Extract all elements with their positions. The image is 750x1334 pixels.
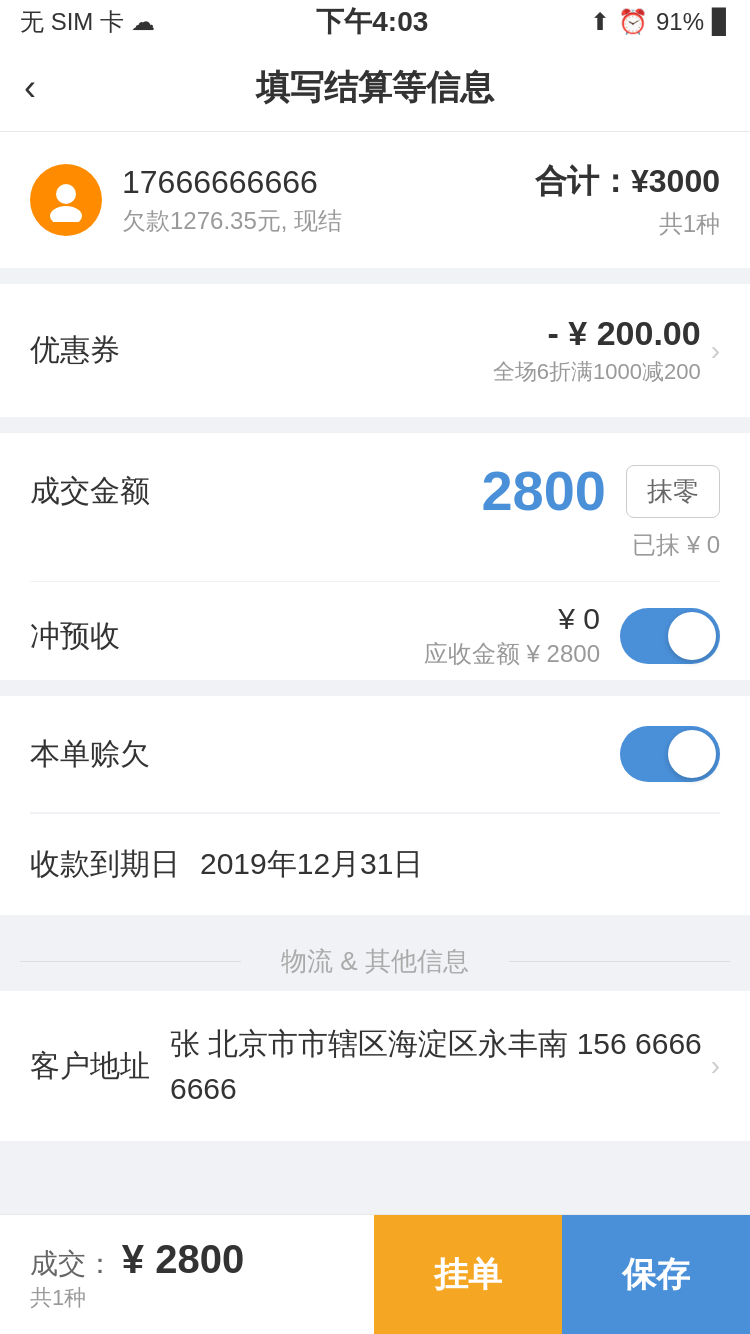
bottom-deal-label: 成交： (30, 1248, 114, 1279)
address-card: 客户地址 张 北京市市辖区海淀区永丰南 156 6666 6666 › (0, 991, 750, 1141)
status-left: 无 SIM 卡 ☁ (20, 6, 155, 38)
battery-icon: ▊ (712, 8, 730, 36)
prepay-toggle-track[interactable] (620, 608, 720, 664)
prepay-amount: ¥ 0 (424, 602, 600, 636)
duedate-label: 收款到期日 (30, 844, 180, 885)
bottom-deal-count: 共1种 (30, 1283, 374, 1313)
prepay-toggle[interactable] (620, 608, 720, 664)
baddebt-toggle[interactable] (620, 726, 720, 782)
baddebt-card: 本单赊欠 收款到期日 2019年12月31日 (0, 696, 750, 915)
customer-sub: 欠款1276.35元, 现结 (122, 205, 342, 237)
bottom-total: 成交： ¥ 2800 共1种 (0, 1237, 374, 1313)
alarm-icon: ⏰ (618, 8, 648, 36)
customer-right: 合计：¥3000 共1种 (535, 160, 720, 240)
save-button[interactable]: 保存 (562, 1215, 750, 1335)
avatar-icon (44, 178, 88, 222)
svg-point-0 (56, 184, 76, 204)
address-chevron-icon: › (711, 1050, 720, 1082)
prepay-toggle-thumb (668, 612, 716, 660)
prepay-label: 冲预收 (30, 616, 120, 657)
customer-phone: 17666666666 (122, 164, 342, 201)
coupon-discount: - ¥ 200.00 (493, 314, 701, 353)
prepay-row: 冲预收 ¥ 0 应收金额 ¥ 2800 (30, 582, 720, 680)
status-right: ⬆ ⏰ 91% ▊ (590, 8, 730, 36)
coupon-right: - ¥ 200.00 全场6折满1000减200 › (493, 314, 720, 387)
page-title: 填写结算等信息 (256, 65, 494, 111)
coupon-sub: 全场6折满1000减200 (493, 357, 701, 387)
location-icon: ⬆ (590, 8, 610, 36)
customer-row: 17666666666 欠款1276.35元, 现结 合计：¥3000 共1种 (30, 132, 720, 268)
baddebt-toggle-track[interactable] (620, 726, 720, 782)
status-bar: 无 SIM 卡 ☁ 下午4:03 ⬆ ⏰ 91% ▊ (0, 0, 750, 44)
logistics-label: 物流 & 其他信息 (281, 944, 469, 979)
sim-label: 无 SIM 卡 ☁ (20, 6, 155, 38)
pending-button[interactable]: 挂单 (374, 1215, 562, 1335)
prepay-info: ¥ 0 应收金额 ¥ 2800 (424, 602, 600, 670)
deal-amount-row: 成交金额 2800 抹零 (30, 433, 720, 529)
address-label: 客户地址 (30, 1046, 150, 1087)
sep-line-right (509, 961, 730, 962)
deal-card: 成交金额 2800 抹零 已抹 ¥ 0 冲预收 ¥ 0 应收金额 ¥ 2800 (0, 433, 750, 680)
customer-info: 17666666666 欠款1276.35元, 现结 (122, 164, 342, 237)
nav-bar: ‹ 填写结算等信息 (0, 44, 750, 132)
total-count: 共1种 (535, 208, 720, 240)
back-button[interactable]: ‹ (24, 67, 36, 109)
baddebt-label: 本单赊欠 (30, 734, 150, 775)
bottom-bar: 成交： ¥ 2800 共1种 挂单 保存 (0, 1214, 750, 1334)
avatar (30, 164, 102, 236)
prepay-sub: 应收金额 ¥ 2800 (424, 638, 600, 670)
svg-point-1 (50, 206, 82, 222)
prepay-right: ¥ 0 应收金额 ¥ 2800 (424, 602, 720, 670)
round-button[interactable]: 抹零 (626, 465, 720, 518)
address-row[interactable]: 客户地址 张 北京市市辖区海淀区永丰南 156 6666 6666 › (30, 991, 720, 1141)
battery-label: 91% (656, 8, 704, 36)
coupon-chevron-icon: › (711, 335, 720, 367)
sep-line-left (20, 961, 241, 962)
total-amount: 合计：¥3000 (535, 160, 720, 204)
coupon-label: 优惠券 (30, 330, 120, 371)
coupon-info: - ¥ 200.00 全场6折满1000减200 (493, 314, 701, 387)
content-area: 17666666666 欠款1276.35元, 现结 合计：¥3000 共1种 … (0, 132, 750, 1334)
duedate-value: 2019年12月31日 (200, 844, 423, 885)
deal-amount-value: 2800 (481, 463, 606, 519)
coupon-card: 优惠券 - ¥ 200.00 全场6折满1000减200 › (0, 284, 750, 417)
duedate-row: 收款到期日 2019年12月31日 (30, 813, 720, 915)
deal-amount-label: 成交金额 (30, 471, 150, 512)
baddebt-toggle-thumb (668, 730, 716, 778)
status-time: 下午4:03 (316, 3, 428, 41)
baddebt-row: 本单赊欠 (30, 696, 720, 812)
deal-amount-sub: 已抹 ¥ 0 (30, 529, 720, 581)
customer-left: 17666666666 欠款1276.35元, 现结 (30, 164, 342, 237)
bottom-deal-amount: ¥ 2800 (122, 1237, 244, 1281)
logistics-separator: 物流 & 其他信息 (0, 931, 750, 991)
bottom-deal-row: 成交： ¥ 2800 (30, 1237, 374, 1283)
customer-card: 17666666666 欠款1276.35元, 现结 合计：¥3000 共1种 (0, 132, 750, 268)
address-value: 张 北京市市辖区海淀区永丰南 156 6666 6666 (170, 1021, 711, 1111)
coupon-row[interactable]: 优惠券 - ¥ 200.00 全场6折满1000减200 › (30, 284, 720, 417)
deal-amount-right: 2800 抹零 (481, 463, 720, 519)
